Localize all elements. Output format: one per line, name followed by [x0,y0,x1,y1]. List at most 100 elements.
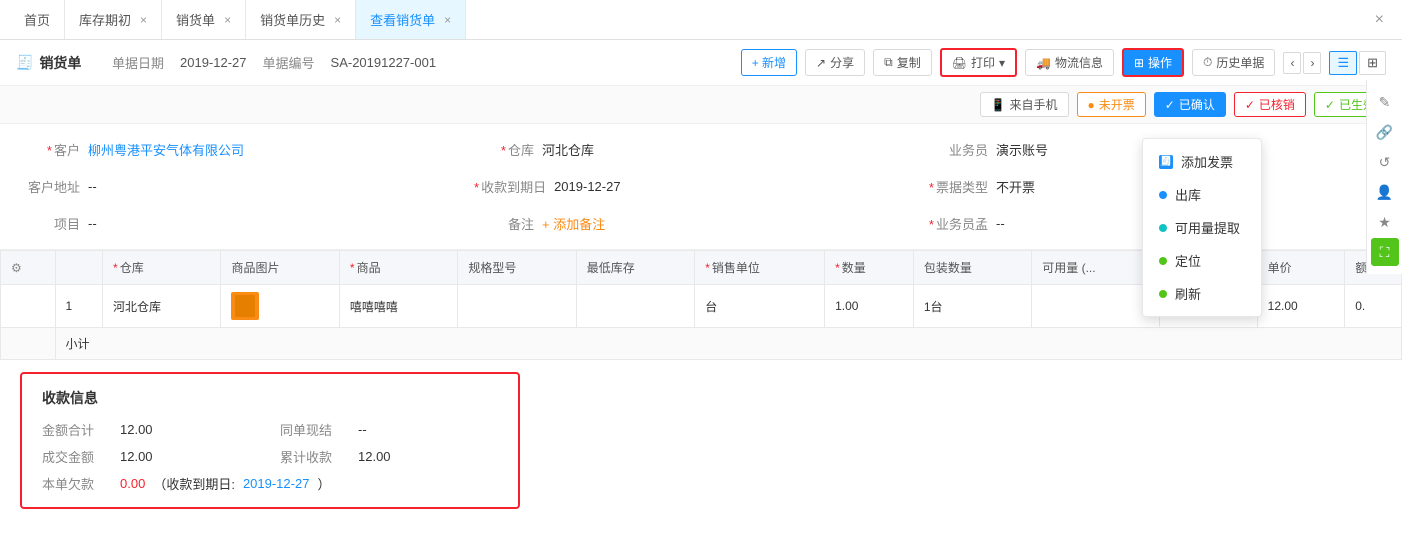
amount-total-item: 金额合计 12.00 [42,420,260,439]
close-view-sales-order-tab[interactable]: × [444,13,451,27]
tab-view-sales-order[interactable]: 查看销货单 × [356,0,466,39]
number-value: SA-20191227-001 [331,55,437,70]
row-1-spec [458,285,576,328]
product-thumb-inner [235,295,255,317]
ticket-icon: ● [1088,98,1095,112]
locate-icon [1159,257,1167,265]
subtotal-row: 小计 [1,328,1402,360]
grid-view-button[interactable]: ⊞ [1359,51,1386,75]
customer-value[interactable]: 柳州粤港平安气体有限公司 [88,140,474,159]
tab-bar: 首页 库存期初 × 销货单 × 销货单历史 × 查看销货单 × × [0,0,1402,40]
history-button[interactable]: ⏱ 历史单据 [1192,49,1275,76]
warehouse-label: 仓库 [474,140,534,159]
tab-sales-order[interactable]: 销货单 × [162,0,246,39]
close-sales-order-tab[interactable]: × [224,13,231,27]
current-due-item: 本单欠款 0.00 （收款到期日: 2019-12-27 ） [42,474,498,493]
tab-home[interactable]: 首页 [10,0,65,39]
customer-field: 客户 柳州粤港平安气体有限公司 [20,136,474,163]
col-min-stock: 最低库存 [576,251,694,285]
subtotal-label: 小计 [55,328,1401,360]
print-dropdown-arrow: ▾ [999,56,1005,70]
print-button[interactable]: 🖨 打印 ▾ [940,48,1017,77]
rt-star-button[interactable]: ★ [1371,208,1399,236]
customer-label: 客户 [20,140,80,159]
transaction-amount-value: 12.00 [120,449,153,464]
print-icon: 🖨 [952,56,967,70]
not-opened-button[interactable]: ● 未开票 [1077,92,1146,117]
copy-button[interactable]: ⧉ 复制 [873,49,932,76]
operations-button[interactable]: ⊞ 操作 [1122,48,1184,77]
salesperson-label: 业务员孟 [928,214,988,233]
rt-edit-button[interactable]: ✎ [1371,88,1399,116]
check-icon: ✓ [1165,98,1175,112]
prev-button[interactable]: ‹ [1283,52,1301,74]
add-note-button[interactable]: 添加备注 [542,214,605,233]
close-sales-order-history-tab[interactable]: × [334,13,341,27]
rt-rotate-button[interactable]: ↺ [1371,148,1399,176]
logistics-button[interactable]: 🚚 物流信息 [1025,49,1114,76]
rt-link-button[interactable]: 🔗 [1371,118,1399,146]
row-1-min-stock [576,285,694,328]
mobile-icon: 📱 [991,98,1006,112]
row-1-product: 嘻嘻嘻嘻 [339,285,457,328]
list-view-button[interactable]: ☰ [1329,51,1357,75]
row-1-package-qty: 1台 [913,285,1031,328]
locate-item[interactable]: 定位 [1143,244,1261,277]
current-due-value: 0.00 [120,476,145,491]
row-1-warehouse: 河北仓库 [103,285,221,328]
row-1-settings [1,285,56,328]
col-settings[interactable]: ⚙ [1,251,56,285]
col-quantity: *数量 [825,251,914,285]
number-label: 单据编号 [263,53,315,72]
form-actions: + 新增 ↗ 分享 ⧉ 复制 🖨 打印 ▾ 🚚 物流信息 ⊞ 操作 [741,48,1386,77]
close-inventory-init-tab[interactable]: × [140,13,147,27]
add-invoice-icon: 🧾 [1159,155,1173,169]
share-button[interactable]: ↗ 分享 [805,49,865,76]
row-1-sales-unit: 台 [695,285,825,328]
project-value: -- [88,216,474,231]
rt-user-button[interactable]: 👤 [1371,178,1399,206]
from-mobile-button[interactable]: 📱 来自手机 [980,92,1069,117]
col-product: *商品 [339,251,457,285]
product-thumbnail [231,292,259,320]
form-header: 🧾 销货单 单据日期 2019-12-27 单据编号 SA-20191227-0… [0,40,1402,86]
settings-icon[interactable]: ⚙ [11,261,22,275]
tab-sales-order-history[interactable]: 销货单历史 × [246,0,356,39]
col-available: 可用量 (... [1032,251,1160,285]
available-qty-item[interactable]: 可用量提取 [1143,211,1261,244]
next-button[interactable]: › [1303,52,1321,74]
confirmed-button[interactable]: ✓ 已确认 [1154,92,1226,117]
row-1-seq: 1 [55,285,103,328]
payment-grid: 金额合计 12.00 同单现结 -- 成交金额 12.00 累计收款 12.00… [42,420,498,493]
share-icon: ↗ [816,56,826,70]
tab-inventory-init[interactable]: 库存期初 × [65,0,162,39]
add-invoice-item[interactable]: 🧾 添加发票 [1143,145,1261,178]
cumulative-receipt-label: 累计收款 [280,447,350,466]
refresh-item[interactable]: 刷新 [1143,277,1261,310]
cumulative-receipt-item: 累计收款 12.00 [280,447,498,466]
copy-icon: ⧉ [884,55,893,70]
nav-arrows: ‹ › [1283,52,1321,74]
date-value: 2019-12-27 [180,55,247,70]
cancelled-button[interactable]: ✓ 已核销 [1234,92,1306,117]
transaction-amount-item: 成交金额 12.00 [42,447,260,466]
locate-label: 定位 [1175,251,1201,270]
subtotal-settings [1,328,56,360]
operations-dropdown: 🧾 添加发票 出库 可用量提取 定位 刷新 [1142,138,1262,317]
row-1-amount: 0. [1345,285,1402,328]
col-sales-unit: *销售单位 [695,251,825,285]
payment-date-value: 2019-12-27 [554,179,928,194]
status-bar: 📱 来自手机 ● 未开票 ✓ 已确认 ✓ 已核销 ✓ 已生效 [0,86,1402,124]
project-label: 项目 [20,214,80,233]
view-toggle: ☰ ⊞ [1329,51,1386,75]
rt-expand-button[interactable]: ⛶ [1371,238,1399,266]
customer-address-field: 客户地址 -- [20,173,474,200]
available-qty-icon [1159,224,1167,232]
outbound-item[interactable]: 出库 [1143,178,1261,211]
col-package-qty: 包装数量 [913,251,1031,285]
same-order-settlement-label: 同单现结 [280,420,350,439]
add-button[interactable]: + 新增 [741,49,797,76]
row-1-available [1032,285,1160,328]
payment-date-field: 收款到期日 2019-12-27 [474,173,928,200]
tab-bar-close-button[interactable]: × [1367,11,1392,29]
